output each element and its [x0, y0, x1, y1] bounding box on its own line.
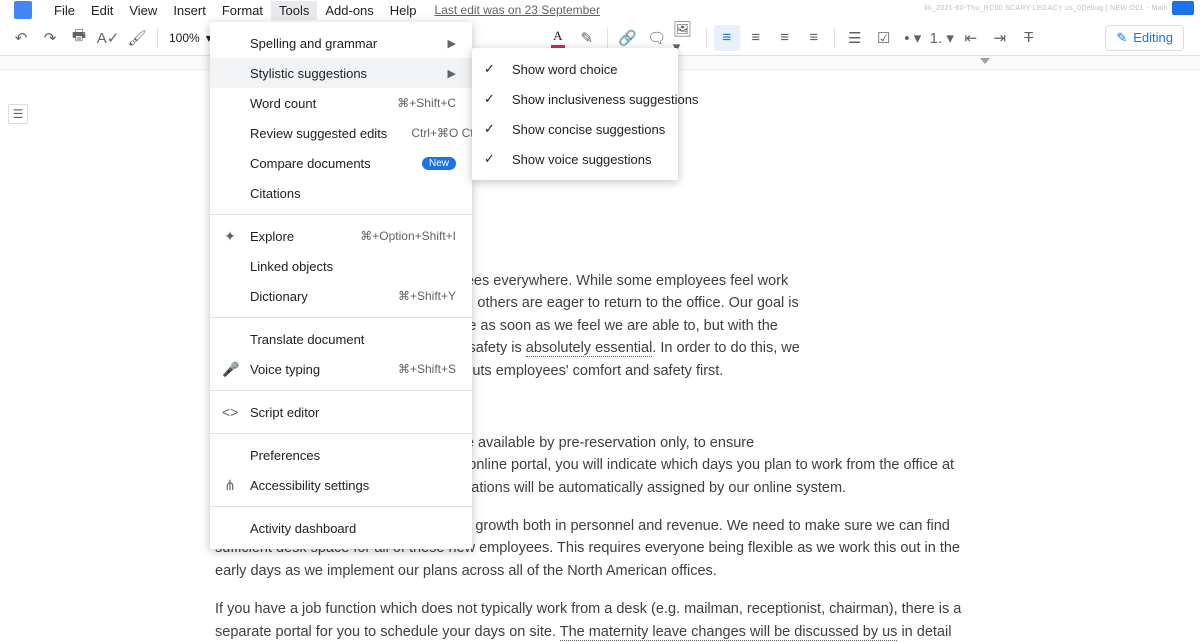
submenu-item[interactable]: ✓ Show word choice [472, 54, 678, 84]
suggestion-underline[interactable]: absolutely essential [526, 340, 653, 357]
menu-format[interactable]: Format [214, 1, 271, 20]
submenu-item-label: Show voice suggestions [512, 152, 651, 167]
tools-menu-item[interactable]: 🎤 Voice typing ⌘+Shift+S [210, 354, 472, 384]
tools-menu-item[interactable]: Translate document [210, 324, 472, 354]
spellcheck-button[interactable]: A✓ [95, 25, 121, 51]
build-string: kk_2021-60-Thu_RC00 SCARY LEGACY us_0Deb… [924, 5, 1168, 12]
redo-button[interactable]: ↷ [37, 25, 63, 51]
tools-menu-item[interactable]: Preferences [210, 440, 472, 470]
submenu-item-label: Show concise suggestions [512, 122, 665, 137]
align-right-button[interactable]: ≡ [772, 25, 798, 51]
tools-menu-item[interactable]: Linked objects [210, 251, 472, 281]
check-icon: ✓ [484, 151, 495, 167]
menu-insert[interactable]: Insert [165, 1, 214, 20]
increase-indent-button[interactable]: ⇥ [987, 25, 1013, 51]
align-justify-button[interactable]: ≡ [801, 25, 827, 51]
highlight-button[interactable]: ✎ [574, 25, 600, 51]
menu-item-label: Spelling and grammar [250, 36, 377, 51]
paragraph[interactable]: If you have a job function which does no… [215, 598, 985, 642]
bulleted-list-button[interactable]: • ▾ [900, 25, 926, 51]
insert-image-button[interactable]: 🖼▾ [673, 25, 699, 51]
tools-menu-item[interactable]: Citations [210, 178, 472, 208]
menu-item-label: Script editor [250, 405, 319, 420]
zoom-dropdown[interactable]: 100%▾ [165, 31, 216, 45]
submenu-item[interactable]: ✓ Show voice suggestions [472, 144, 678, 174]
align-left-button[interactable]: ≡ [714, 25, 740, 51]
menu-item-label: Activity dashboard [250, 521, 356, 536]
submenu-arrow-icon: ▶ [424, 67, 456, 80]
submenu-item-label: Show word choice [512, 62, 618, 77]
outline-toggle[interactable]: ☰ [8, 104, 28, 124]
menu-item-label: Preferences [250, 448, 320, 463]
suggestion-underline[interactable]: The maternity leave changes will be disc… [560, 624, 898, 641]
check-icon: ✓ [484, 121, 495, 137]
menu-edit[interactable]: Edit [83, 1, 121, 20]
menu-item-label: Dictionary [250, 289, 308, 304]
menu-shortcut: ⌘+Shift+C [373, 96, 456, 110]
menu-file[interactable]: File [46, 1, 83, 20]
paint-format-button[interactable]: 🖌 [124, 25, 150, 51]
numbered-list-button[interactable]: 1. ▾ [929, 25, 955, 51]
clear-formatting-button[interactable]: T [1016, 25, 1042, 51]
editing-mode-dropdown[interactable]: ✎Editing [1105, 25, 1184, 51]
menu-item-label: Accessibility settings [250, 478, 369, 493]
tools-menu-item[interactable]: ✦ Explore ⌘+Option+Shift+I [210, 221, 472, 251]
menu-item-label: Translate document [250, 332, 364, 347]
menu-shortcut: ⌘+Shift+S [374, 362, 456, 376]
menu-item-icon: 🎤 [222, 361, 238, 378]
align-center-button[interactable]: ≡ [743, 25, 769, 51]
submenu-item[interactable]: ✓Show inclusiveness suggestions [472, 84, 678, 114]
menu-view[interactable]: View [121, 1, 165, 20]
menu-item-label: Compare documents [250, 156, 371, 171]
new-badge: New [422, 157, 456, 170]
share-button[interactable] [1172, 1, 1194, 15]
checklist-button[interactable]: ☑ [871, 25, 897, 51]
docs-logo[interactable] [14, 1, 32, 19]
check-icon: ✓ [484, 61, 495, 77]
menu-shortcut: ⌘+Shift+Y [374, 289, 456, 303]
menu-item-label: Word count [250, 96, 316, 111]
line-spacing-button[interactable]: ☰ [842, 25, 868, 51]
print-button[interactable]: 🖶 [66, 25, 92, 51]
menu-item-label: Citations [250, 186, 301, 201]
undo-button[interactable]: ↶ [8, 25, 34, 51]
menu-item-label: Review suggested edits [250, 126, 387, 141]
stylistic-suggestions-submenu: ✓ Show word choice ✓Show inclusiveness sug… [472, 48, 678, 180]
tools-menu-item[interactable]: Review suggested editsCtrl+⌘O Ctrl+⌘U [210, 118, 472, 148]
menu-help[interactable]: Help [382, 1, 425, 20]
tools-menu-item[interactable]: Spelling and grammar ▶ [210, 28, 472, 58]
last-edit-link[interactable]: Last edit was on 23 September [435, 3, 600, 17]
menu-shortcut: ⌘+Option+Shift+I [336, 229, 456, 243]
tools-menu-item[interactable]: Dictionary ⌘+Shift+Y [210, 281, 472, 311]
pen-icon: ✎ [1116, 30, 1127, 46]
menu-tools[interactable]: Tools [271, 1, 317, 20]
tools-menu-item[interactable]: Activity dashboard [210, 513, 472, 543]
tools-menu-item[interactable]: Stylistic suggestions ▶ [210, 58, 472, 88]
ruler-tab-marker[interactable] [980, 58, 990, 64]
insert-link-button[interactable]: 🔗 [615, 25, 641, 51]
menu-item-label: Stylistic suggestions [250, 66, 367, 81]
tools-menu-item[interactable]: ⋔ Accessibility settings [210, 470, 472, 500]
menu-item-label: Explore [250, 229, 294, 244]
menu-addons[interactable]: Add-ons [317, 1, 381, 20]
text-color-button[interactable]: A [545, 25, 571, 51]
menu-item-label: Linked objects [250, 259, 333, 274]
menu-item-label: Voice typing [250, 362, 320, 377]
menu-item-icon: ⋔ [222, 477, 238, 494]
insert-comment-button[interactable]: 🗨 [644, 25, 670, 51]
check-icon: ✓ [484, 91, 495, 107]
tools-menu-item[interactable]: Word count ⌘+Shift+C [210, 88, 472, 118]
submenu-item-label: Show inclusiveness suggestions [512, 92, 698, 107]
submenu-arrow-icon: ▶ [424, 37, 456, 50]
menu-item-icon: <> [222, 404, 238, 420]
submenu-item[interactable]: ✓ Show concise suggestions [472, 114, 678, 144]
tools-menu-item[interactable]: <> Script editor [210, 397, 472, 427]
tools-menu-item[interactable]: Compare documents New [210, 148, 472, 178]
menu-item-icon: ✦ [222, 228, 238, 245]
decrease-indent-button[interactable]: ⇤ [958, 25, 984, 51]
tools-menu: Spelling and grammar▶Stylistic suggestio… [210, 22, 472, 549]
